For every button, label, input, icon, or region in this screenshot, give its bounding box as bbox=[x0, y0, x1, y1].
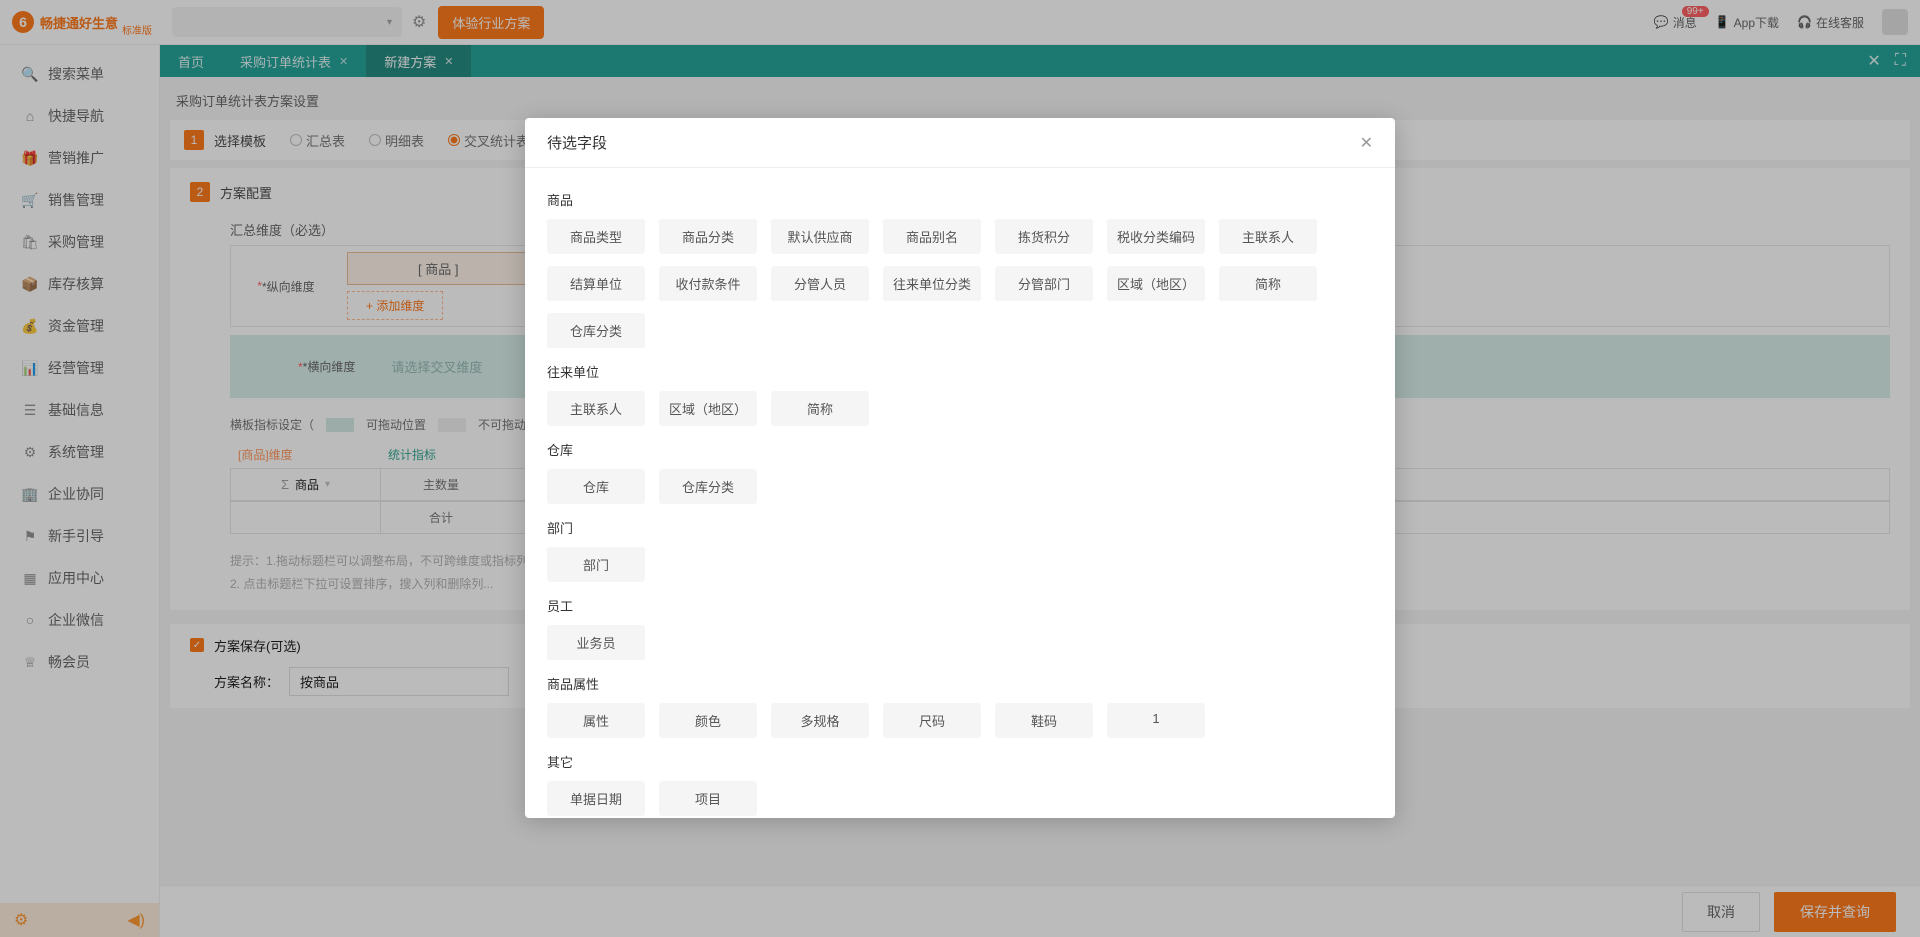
field-chip[interactable]: 税收分类编码 bbox=[1107, 219, 1205, 254]
field-chip[interactable]: 分管人员 bbox=[771, 266, 869, 301]
field-group: 往来单位主联系人区域（地区） 简称 bbox=[547, 362, 1373, 426]
field-group: 员工业务员 bbox=[547, 596, 1373, 660]
field-chip[interactable]: 鞋码 bbox=[995, 703, 1093, 738]
field-chip[interactable]: 区域（地区） bbox=[1107, 266, 1205, 301]
field-group-title: 仓库 bbox=[547, 440, 1373, 459]
field-chip[interactable]: 颜色 bbox=[659, 703, 757, 738]
field-chip-row: 属性颜色多规格尺码鞋码 1 bbox=[547, 703, 1373, 738]
field-chip[interactable]: 部门 bbox=[547, 547, 645, 582]
field-group: 部门部门 bbox=[547, 518, 1373, 582]
field-chip[interactable]: 主联系人 bbox=[1219, 219, 1317, 254]
modal-close-button[interactable]: ✕ bbox=[1360, 133, 1373, 153]
field-chip[interactable]: 默认供应商 bbox=[771, 219, 869, 254]
field-group-title: 部门 bbox=[547, 518, 1373, 537]
modal-header: 待选字段 ✕ bbox=[525, 118, 1395, 168]
field-chip[interactable]: 单据日期 bbox=[547, 781, 645, 816]
field-chip[interactable]: 商品类型 bbox=[547, 219, 645, 254]
field-chip-row: 商品类型商品分类默认供应商商品别名拣货积分税收分类编码主联系人结算单位收付款条件… bbox=[547, 219, 1373, 348]
field-chip-row: 主联系人区域（地区） 简称 bbox=[547, 391, 1373, 426]
field-chip[interactable]: 多规格 bbox=[771, 703, 869, 738]
field-chip[interactable]: 区域（地区） bbox=[659, 391, 757, 426]
field-chip-row: 业务员 bbox=[547, 625, 1373, 660]
field-chip[interactable]: 属性 bbox=[547, 703, 645, 738]
field-chip[interactable]: 简称 bbox=[1219, 266, 1317, 301]
field-chip[interactable]: 1 bbox=[1107, 703, 1205, 738]
modal-overlay[interactable]: 待选字段 ✕ 商品商品类型商品分类默认供应商商品别名拣货积分税收分类编码主联系人… bbox=[0, 0, 1920, 937]
field-chip[interactable]: 简称 bbox=[771, 391, 869, 426]
field-group-title: 往来单位 bbox=[547, 362, 1373, 381]
field-group: 仓库仓库仓库分类 bbox=[547, 440, 1373, 504]
field-chip[interactable]: 仓库 bbox=[547, 469, 645, 504]
modal-title: 待选字段 bbox=[547, 132, 607, 153]
field-chip-row: 部门 bbox=[547, 547, 1373, 582]
field-chip[interactable]: 业务员 bbox=[547, 625, 645, 660]
field-chip[interactable]: 商品分类 bbox=[659, 219, 757, 254]
field-group-title: 商品 bbox=[547, 190, 1373, 209]
field-chip[interactable]: 拣货积分 bbox=[995, 219, 1093, 254]
field-selector-modal: 待选字段 ✕ 商品商品类型商品分类默认供应商商品别名拣货积分税收分类编码主联系人… bbox=[525, 118, 1395, 818]
field-chip[interactable]: 主联系人 bbox=[547, 391, 645, 426]
field-group-title: 员工 bbox=[547, 596, 1373, 615]
field-chip[interactable]: 项目 bbox=[659, 781, 757, 816]
field-group: 商品商品类型商品分类默认供应商商品别名拣货积分税收分类编码主联系人结算单位收付款… bbox=[547, 190, 1373, 348]
field-chip-row: 仓库仓库分类 bbox=[547, 469, 1373, 504]
field-group-title: 其它 bbox=[547, 752, 1373, 771]
field-chip[interactable]: 收付款条件 bbox=[659, 266, 757, 301]
field-chip[interactable]: 分管部门 bbox=[995, 266, 1093, 301]
field-chip[interactable]: 商品别名 bbox=[883, 219, 981, 254]
field-chip[interactable]: 结算单位 bbox=[547, 266, 645, 301]
field-group-title: 商品属性 bbox=[547, 674, 1373, 693]
field-chip[interactable]: 尺码 bbox=[883, 703, 981, 738]
field-chip[interactable]: 往来单位分类 bbox=[883, 266, 981, 301]
field-chip[interactable]: 仓库分类 bbox=[659, 469, 757, 504]
modal-body: 商品商品类型商品分类默认供应商商品别名拣货积分税收分类编码主联系人结算单位收付款… bbox=[525, 168, 1395, 818]
field-chip-row: 单据日期项目 bbox=[547, 781, 1373, 816]
field-group: 其它单据日期项目 bbox=[547, 752, 1373, 816]
field-chip[interactable]: 仓库分类 bbox=[547, 313, 645, 348]
field-group: 商品属性属性颜色多规格尺码鞋码 1 bbox=[547, 674, 1373, 738]
